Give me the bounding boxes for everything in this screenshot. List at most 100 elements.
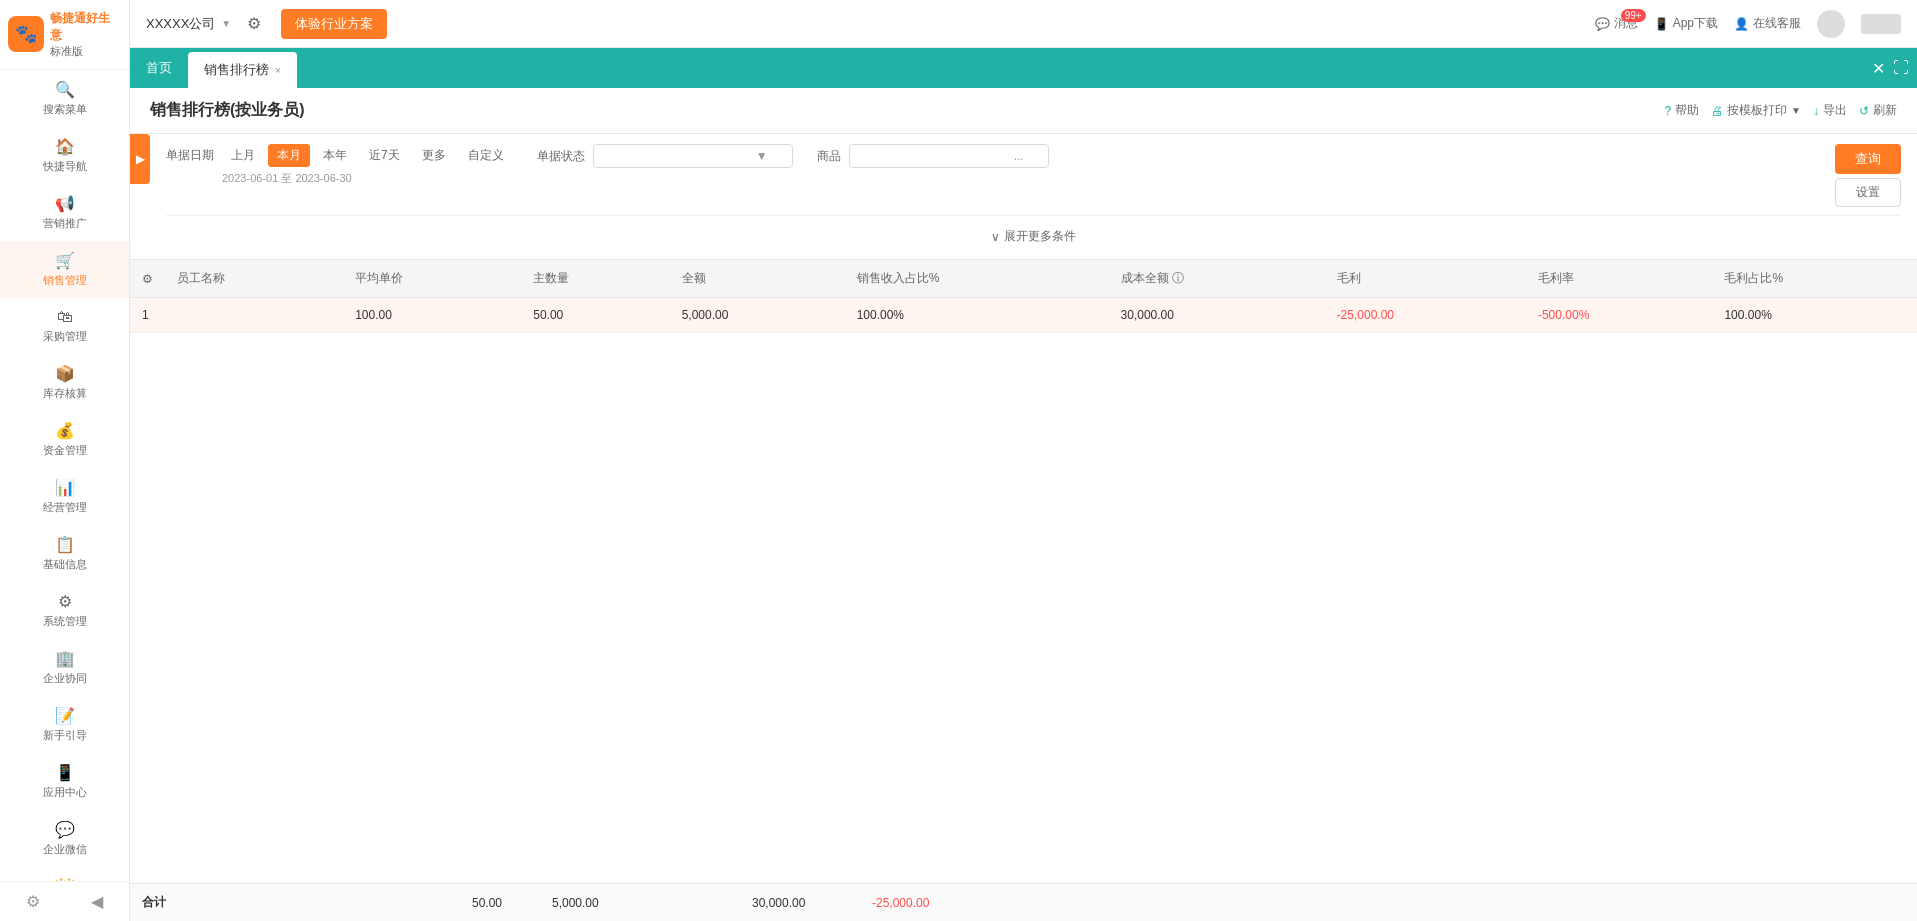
company-selector[interactable]: XXXXX公司 ▼ [146, 15, 231, 33]
status-select[interactable]: ▼ [593, 144, 793, 168]
sidebar-item-finance[interactable]: 💰 资金管理 [0, 411, 129, 468]
query-button[interactable]: 查询 [1835, 144, 1901, 174]
sidebar-item-apps[interactable]: 📱 应用中心 [0, 753, 129, 810]
sidebar-item-label: 营销推广 [43, 216, 87, 231]
sidebar-item-system[interactable]: ⚙ 系统管理 [0, 582, 129, 639]
trial-button[interactable]: 体验行业方案 [281, 9, 387, 39]
main-area: XXXXX公司 ▼ ⚙ 体验行业方案 💬 消息 99+ 📱 App下载 👤 在线… [130, 0, 1917, 921]
goods-select[interactable]: ... [849, 144, 1049, 168]
col-settings[interactable]: ⚙ [130, 260, 165, 298]
date-tab-custom[interactable]: 自定义 [459, 144, 513, 167]
tab-home[interactable]: 首页 [130, 48, 188, 88]
filter-status-row: 单据状态 ▼ [537, 144, 793, 168]
date-filter-label: 单据日期 [166, 147, 214, 164]
filter-area: ▶ 单据日期 上月 本月 本年 近7天 更多 自定义 [130, 134, 1917, 260]
collapse-icon[interactable]: ◀ [91, 892, 103, 911]
cell-profit-rate: -500.00% [1526, 298, 1712, 333]
sidebar-item-label: 新手引导 [43, 728, 87, 743]
cell-qty: 50.00 [521, 298, 669, 333]
cell-cost: 30,000.00 [1109, 298, 1325, 333]
money-icon: 💰 [55, 421, 75, 440]
sidebar-item-inventory[interactable]: 📦 库存核算 [0, 354, 129, 411]
date-tab-more[interactable]: 更多 [413, 144, 455, 167]
sidebar-item-search[interactable]: 🔍 搜索菜单 [0, 70, 129, 127]
search-icon: 🔍 [55, 80, 75, 99]
sidebar-item-purchase[interactable]: 🛍 采购管理 [0, 298, 129, 354]
tab-sales-ranking[interactable]: 销售排行榜 × [188, 52, 297, 88]
table-area: ⚙ 员工名称 平均单价 主数量 全额 销售收入占比% 成本全额 ⓘ 毛利 毛利率… [130, 260, 1917, 921]
sidebar-item-enterprise[interactable]: 🏢 企业协同 [0, 639, 129, 696]
sidebar-item-label: 企业协同 [43, 671, 87, 686]
col-employee-name: 员工名称 [165, 260, 343, 298]
sidebar-item-basic[interactable]: 📋 基础信息 [0, 525, 129, 582]
refresh-icon: ↺ [1859, 104, 1869, 118]
close-window-icon[interactable]: ✕ [1872, 59, 1885, 78]
sidebar-item-label: 采购管理 [43, 329, 87, 344]
col-amount: 全额 [670, 260, 845, 298]
col-avg-price: 平均单价 [343, 260, 521, 298]
setting-button[interactable]: 设置 [1835, 178, 1901, 207]
sidebar-item-label: 应用中心 [43, 785, 87, 800]
sidebar-item-quick-nav[interactable]: 🏠 快捷导航 [0, 127, 129, 184]
refresh-button[interactable]: ↺ 刷新 [1859, 102, 1897, 119]
footer-amount: 5,000.00 [552, 896, 652, 910]
sidebar-item-label: 资金管理 [43, 443, 87, 458]
print-button[interactable]: 🖨 按模板打印 ▼ [1711, 102, 1801, 119]
avatar[interactable] [1817, 10, 1845, 38]
apps-icon: 📱 [55, 763, 75, 782]
filter-date-row: 单据日期 上月 本月 本年 近7天 更多 自定义 [166, 144, 513, 167]
goods-more-icon: ... [1014, 149, 1024, 163]
col-profit: 毛利 [1325, 260, 1526, 298]
chart-icon: 📊 [55, 478, 75, 497]
tab-close-icon[interactable]: × [275, 65, 281, 76]
topbar: XXXXX公司 ▼ ⚙ 体验行业方案 💬 消息 99+ 📱 App下载 👤 在线… [130, 0, 1917, 48]
filter-goods-group: 商品 ... [817, 144, 1049, 168]
filter-content: 单据日期 上月 本月 本年 近7天 更多 自定义 2023-06-01 至 20… [150, 134, 1917, 259]
col-qty: 主数量 [521, 260, 669, 298]
filter-date-group: 单据日期 上月 本月 本年 近7天 更多 自定义 2023-06-01 至 20… [166, 144, 513, 186]
sidebar-item-label: 经营管理 [43, 500, 87, 515]
status-dropdown-icon: ▼ [756, 149, 768, 163]
sidebar-item-wechat[interactable]: 💬 企业微信 [0, 810, 129, 867]
sidebar-item-guide[interactable]: 📝 新手引导 [0, 696, 129, 753]
filter-row-main: 单据日期 上月 本月 本年 近7天 更多 自定义 2023-06-01 至 20… [166, 144, 1901, 207]
data-table: ⚙ 员工名称 平均单价 主数量 全额 销售收入占比% 成本全额 ⓘ 毛利 毛利率… [130, 260, 1917, 333]
cell-avg-price: 100.00 [343, 298, 521, 333]
sidebar-item-label: 系统管理 [43, 614, 87, 629]
sidebar-item-marketing[interactable]: 📢 营销推广 [0, 184, 129, 241]
date-tab-year[interactable]: 本年 [314, 144, 356, 167]
sidebar-item-label: 搜索菜单 [43, 102, 87, 117]
settings-footer-icon[interactable]: ⚙ [26, 892, 40, 911]
export-icon: ↓ [1813, 104, 1819, 118]
date-tab-7days[interactable]: 近7天 [360, 144, 409, 167]
expand-conditions-button[interactable]: ∨ 展开更多条件 [991, 224, 1076, 249]
maximize-icon[interactable]: ⛶ [1893, 59, 1909, 77]
box-icon: 📦 [55, 364, 75, 383]
page-header: 销售排行榜(按业务员) ? 帮助 🖨 按模板打印 ▼ ↓ 导出 ↺ 刷新 [130, 88, 1917, 134]
sidebar-item-operations[interactable]: 📊 经营管理 [0, 468, 129, 525]
filter-status-group: 单据状态 ▼ [537, 144, 793, 168]
page-content: 销售排行榜(按业务员) ? 帮助 🖨 按模板打印 ▼ ↓ 导出 ↺ 刷新 [130, 88, 1917, 921]
sidebar-nav: 🔍 搜索菜单 🏠 快捷导航 📢 营销推广 🛒 销售管理 🛍 采购管理 📦 库存核… [0, 70, 129, 881]
date-range-display: 2023-06-01 至 2023-06-30 [222, 171, 513, 186]
help-button[interactable]: ? 帮助 [1664, 102, 1699, 119]
settings-icon[interactable]: ⚙ [247, 14, 261, 33]
export-button[interactable]: ↓ 导出 [1813, 102, 1847, 119]
table-row: 1 100.00 50.00 5,000.00 100.00% 30,000.0… [130, 298, 1917, 333]
online-service-button[interactable]: 👤 在线客服 [1734, 15, 1801, 32]
logo-icon: 🐾 [8, 16, 44, 52]
col-profit-rate: 毛利率 [1526, 260, 1712, 298]
filter-toggle-button[interactable]: ▶ [130, 134, 150, 184]
cell-profit: -25,000.00 [1325, 298, 1526, 333]
guide-icon: 📝 [55, 706, 75, 725]
message-button[interactable]: 💬 消息 99+ [1595, 15, 1638, 32]
logo-area: 🐾 畅捷通好生意 标准版 [0, 0, 129, 70]
sidebar-item-sales[interactable]: 🛒 销售管理 [0, 241, 129, 298]
message-icon: 💬 [1595, 17, 1610, 31]
date-tab-prev-month[interactable]: 上月 [222, 144, 264, 167]
gear-icon: ⚙ [58, 592, 72, 611]
app-download-button[interactable]: 📱 App下载 [1654, 15, 1718, 32]
date-tab-current-month[interactable]: 本月 [268, 144, 310, 167]
sidebar-item-member[interactable]: 👑 畅会员 [0, 867, 129, 881]
tabbar: 首页 销售排行榜 × ✕ ⛶ [130, 48, 1917, 88]
